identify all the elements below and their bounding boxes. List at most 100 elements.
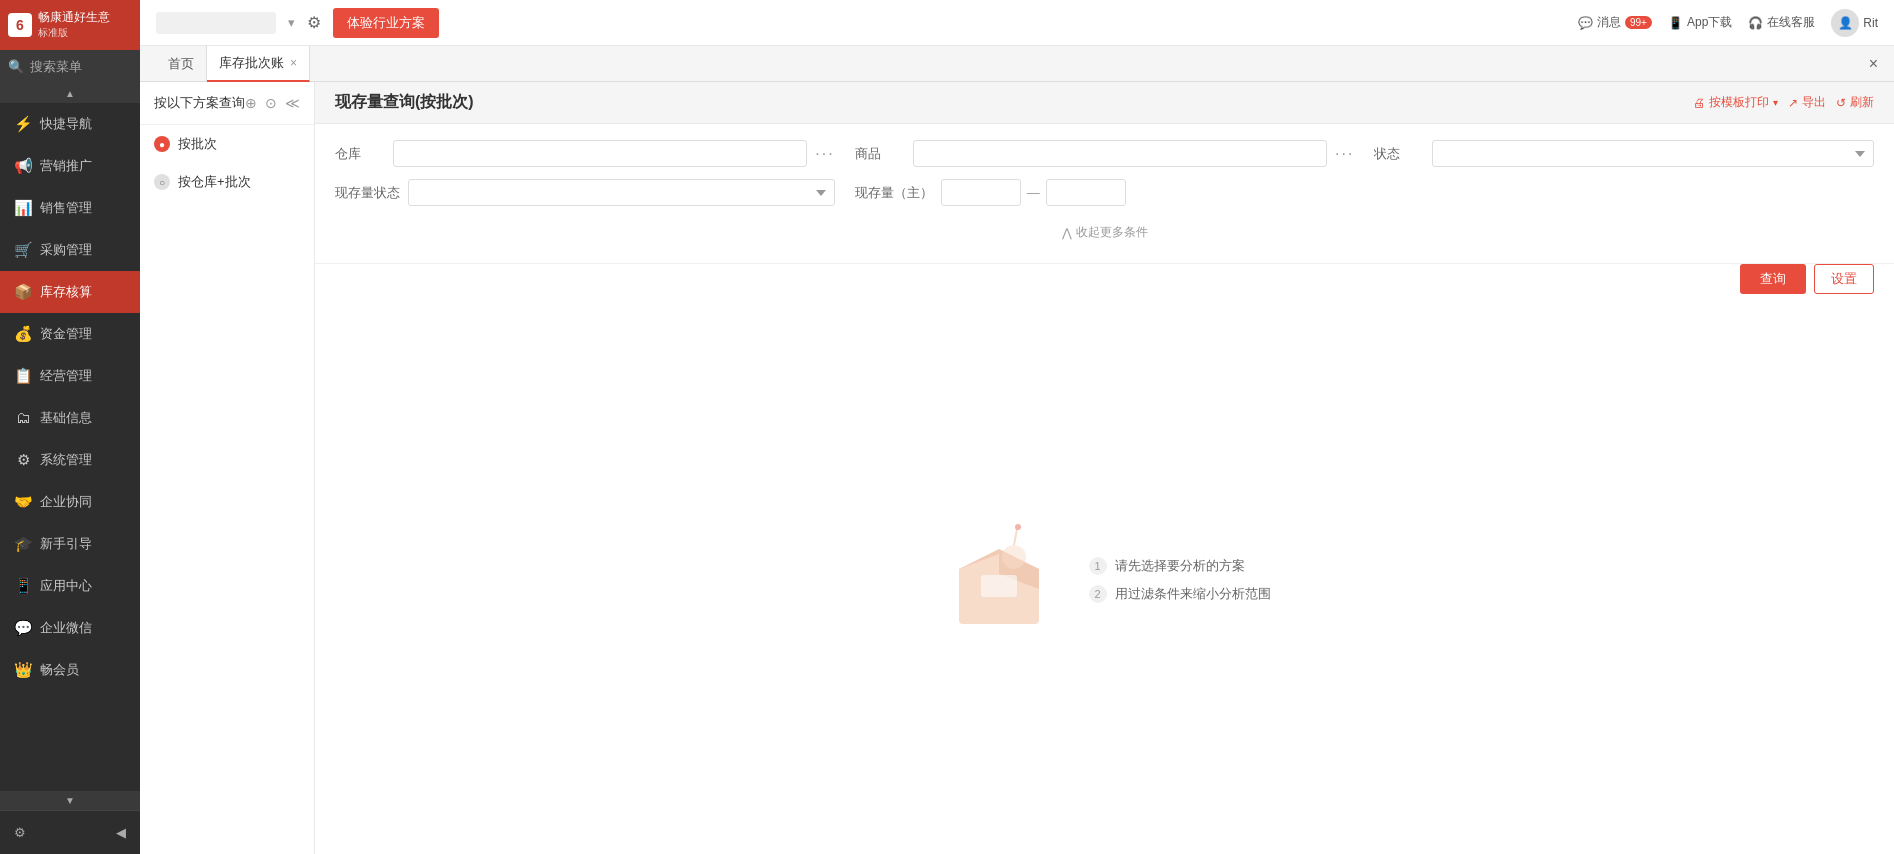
form-row-1: 仓库 ··· 商品 ··· 状态 — [335, 140, 1874, 167]
topbar-right: 💬 消息 99+ 📱 App下载 🎧 在线客服 👤 Rit — [1578, 9, 1878, 37]
messages-btn[interactable]: 💬 消息 99+ — [1578, 14, 1652, 31]
qty-max-input[interactable] — [1046, 179, 1126, 206]
filter-panel-header: 按以下方案查询 ⊕ ⊙ ≪ — [140, 82, 314, 125]
avatar: 👤 — [1831, 9, 1859, 37]
sidebar-item-apps[interactable]: 📱 应用中心 — [0, 565, 140, 607]
sidebar-item-finance[interactable]: 💰 资金管理 — [0, 313, 140, 355]
query-btn[interactable]: 查询 — [1740, 264, 1806, 294]
sidebar-item-icon-quick-nav: ⚡ — [14, 115, 32, 133]
svg-line-6 — [1014, 529, 1017, 545]
page-title-actions: 🖨 按模板打印 ▾ ↗ 导出 ↺ 刷新 — [1693, 94, 1874, 111]
product-more-icon[interactable]: ··· — [1335, 145, 1354, 163]
add-filter-icon[interactable]: ⊕ — [245, 95, 257, 111]
sidebar-item-icon-member: 👑 — [14, 661, 32, 679]
page-title: 现存量查询(按批次) — [335, 92, 474, 113]
sidebar-item-newbie[interactable]: 🎓 新手引导 — [0, 523, 140, 565]
topbar-gear-icon[interactable]: ⚙ — [307, 13, 321, 32]
filter-item-by-warehouse-batch[interactable]: ○ 按仓库+批次 — [140, 163, 314, 201]
filter-collapse-icon[interactable]: ≪ — [285, 95, 300, 111]
filter-panel-actions: ⊕ ⊙ ≪ — [245, 95, 300, 111]
empty-state: 1 请先选择要分析的方案 2 用过滤条件来缩小分析范围 — [315, 306, 1894, 854]
content-area: 现存量查询(按批次) 🖨 按模板打印 ▾ ↗ 导出 ↺ 刷新 — [315, 82, 1894, 854]
settings-btn[interactable]: 设置 — [1814, 264, 1874, 294]
sidebar-item-member[interactable]: 👑 畅会员 — [0, 649, 140, 691]
sidebar-item-label-enterprise: 企业协同 — [40, 493, 92, 511]
export-btn[interactable]: ↗ 导出 — [1788, 94, 1826, 111]
tab-home-label: 首页 — [168, 55, 194, 73]
warehouse-more-icon[interactable]: ··· — [815, 145, 834, 163]
settings-icon[interactable]: ⚙ — [10, 821, 30, 844]
tab-close-icon[interactable]: × — [290, 56, 297, 70]
sidebar-item-basic[interactable]: 🗂 基础信息 — [0, 397, 140, 439]
sidebar-item-label-business: 经营管理 — [40, 367, 92, 385]
sidebar-item-label-finance: 资金管理 — [40, 325, 92, 343]
sidebar-item-label-marketing: 营销推广 — [40, 157, 92, 175]
sidebar-scroll-up[interactable]: ▲ — [0, 84, 140, 103]
sidebar-item-enterprise[interactable]: 🤝 企业协同 — [0, 481, 140, 523]
search-form: 仓库 ··· 商品 ··· 状态 — [315, 124, 1894, 264]
try-industry-btn[interactable]: 体验行业方案 — [333, 8, 439, 38]
sidebar-item-icon-system: ⚙ — [14, 451, 32, 469]
messages-label: 消息 — [1597, 14, 1621, 31]
sidebar-item-wechat[interactable]: 💬 企业微信 — [0, 607, 140, 649]
sidebar-item-business[interactable]: 📋 经营管理 — [0, 355, 140, 397]
print-btn[interactable]: 🖨 按模板打印 ▾ — [1693, 94, 1778, 111]
topbar-search-input[interactable] — [156, 12, 276, 34]
print-chevron-icon: ▾ — [1773, 97, 1778, 108]
sidebar-header: 6 畅康通好生意 标准版 — [0, 0, 140, 50]
sidebar-item-label-newbie: 新手引导 — [40, 535, 92, 553]
sidebar-search-label: 搜索菜单 — [30, 58, 82, 76]
topbar-chevron-icon[interactable]: ▾ — [288, 15, 295, 30]
print-icon: 🖨 — [1693, 96, 1705, 110]
sidebar-search[interactable]: 🔍 搜索菜单 — [0, 50, 140, 84]
sidebar: 6 畅康通好生意 标准版 🔍 搜索菜单 ▲ ⚡ 快捷导航 📢 营销推广 📊 销售… — [0, 0, 140, 854]
sidebar-item-icon-marketing: 📢 — [14, 157, 32, 175]
product-input[interactable] — [913, 140, 1327, 167]
sidebar-item-label-member: 畅会员 — [40, 661, 79, 679]
empty-illustration — [939, 519, 1059, 642]
collapse-sidebar-icon[interactable]: ◀ — [112, 821, 130, 844]
online-service-label: 在线客服 — [1767, 14, 1815, 31]
filter-by-warehouse-batch-label: 按仓库+批次 — [178, 173, 251, 191]
sidebar-item-sales[interactable]: 📊 销售管理 — [0, 187, 140, 229]
tab-home[interactable]: 首页 — [156, 46, 207, 82]
app-download-btn[interactable]: 📱 App下载 — [1668, 14, 1732, 31]
message-icon: 💬 — [1578, 16, 1593, 30]
sidebar-item-marketing[interactable]: 📢 营销推广 — [0, 145, 140, 187]
empty-tips: 1 请先选择要分析的方案 2 用过滤条件来缩小分析范围 — [1089, 557, 1271, 603]
product-label: 商品 — [855, 145, 905, 163]
sidebar-item-icon-sales: 📊 — [14, 199, 32, 217]
sidebar-item-label-system: 系统管理 — [40, 451, 92, 469]
empty-tip-2: 2 用过滤条件来缩小分析范围 — [1089, 585, 1271, 603]
main-content: ▾ ⚙ 体验行业方案 💬 消息 99+ 📱 App下载 🎧 在线客服 👤 Rit — [140, 0, 1894, 854]
sidebar-item-purchase[interactable]: 🛒 采购管理 — [0, 229, 140, 271]
sidebar-item-inventory[interactable]: 📦 库存核算 — [0, 271, 140, 313]
tab-batch-account[interactable]: 库存批次账 × — [207, 46, 310, 82]
print-label: 按模板打印 — [1709, 94, 1769, 111]
sidebar-scroll-down[interactable]: ▼ — [0, 791, 140, 810]
warehouse-input[interactable] — [393, 140, 807, 167]
sidebar-item-icon-business: 📋 — [14, 367, 32, 385]
qty-min-input[interactable] — [941, 179, 1021, 206]
svg-point-7 — [1015, 524, 1021, 530]
qty-range-input: — — [941, 179, 1126, 206]
tabs-close-all-icon[interactable]: × — [1869, 55, 1878, 73]
sidebar-item-label-sales: 销售管理 — [40, 199, 92, 217]
sidebar-item-icon-newbie: 🎓 — [14, 535, 32, 553]
sidebar-item-icon-finance: 💰 — [14, 325, 32, 343]
sidebar-item-system[interactable]: ⚙ 系统管理 — [0, 439, 140, 481]
filter-settings-icon[interactable]: ⊙ — [265, 95, 277, 111]
sidebar-item-label-basic: 基础信息 — [40, 409, 92, 427]
svg-point-5 — [1002, 545, 1026, 569]
filter-item-by-batch[interactable]: ● 按批次 — [140, 125, 314, 163]
collapse-conditions-btn[interactable]: ⋀ 收起更多条件 — [335, 218, 1874, 247]
online-service-btn[interactable]: 🎧 在线客服 — [1748, 14, 1815, 31]
tabs-bar: 首页 库存批次账 × × — [140, 46, 1894, 82]
sidebar-item-icon-wechat: 💬 — [14, 619, 32, 637]
user-menu[interactable]: 👤 Rit — [1831, 9, 1878, 37]
sidebar-item-quick-nav[interactable]: ⚡ 快捷导航 — [0, 103, 140, 145]
refresh-btn[interactable]: ↺ 刷新 — [1836, 94, 1874, 111]
status-select[interactable] — [1432, 140, 1874, 167]
sidebar-item-icon-purchase: 🛒 — [14, 241, 32, 259]
inventory-status-select[interactable] — [408, 179, 835, 206]
